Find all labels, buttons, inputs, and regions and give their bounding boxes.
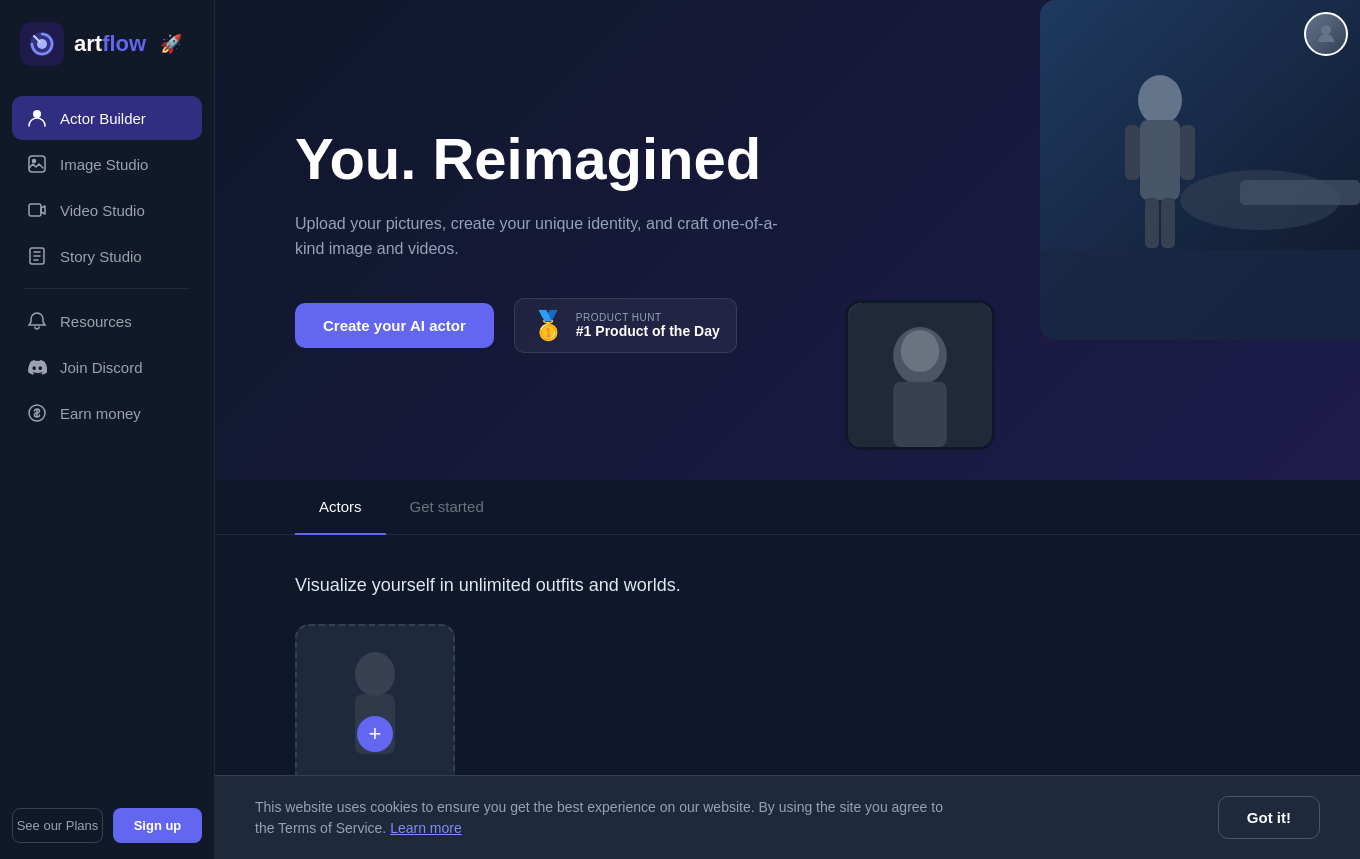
image-icon <box>26 153 48 175</box>
sidebar-item-actor-builder-label: Actor Builder <box>60 110 146 127</box>
person-icon <box>26 107 48 129</box>
hero-section: You. Reimagined Upload your pictures, cr… <box>215 0 1360 480</box>
video-icon <box>26 199 48 221</box>
medal-icon: 🥇 <box>531 309 566 342</box>
section-title: Visualize yourself in unlimited outfits … <box>295 575 1280 596</box>
logo-icon <box>20 22 64 66</box>
hero-main-image <box>1040 0 1360 340</box>
rocket-icon: 🚀 <box>160 33 182 55</box>
svg-rect-5 <box>29 204 41 216</box>
cookie-learn-more-link[interactable]: Learn more <box>390 820 462 836</box>
svg-rect-13 <box>1140 120 1180 200</box>
svg-point-23 <box>355 652 395 696</box>
dollar-icon <box>26 402 48 424</box>
sidebar-item-resources-label: Resources <box>60 313 132 330</box>
svg-point-12 <box>1138 75 1182 125</box>
svg-point-22 <box>901 330 939 372</box>
tab-get-started[interactable]: Get started <box>386 480 508 535</box>
logo-area: artflow 🚀 <box>0 0 214 88</box>
nav-section: Actor Builder Image Studio Video Studio <box>0 88 214 792</box>
sidebar-item-video-studio[interactable]: Video Studio <box>12 188 202 232</box>
sidebar-item-join-discord-label: Join Discord <box>60 359 143 376</box>
sidebar: artflow 🚀 Actor Builder Image Studio <box>0 0 215 859</box>
svg-point-4 <box>33 160 36 163</box>
hero-images <box>845 0 1360 480</box>
sidebar-item-image-studio-label: Image Studio <box>60 156 148 173</box>
tabs-section: Actors Get started <box>215 480 1360 535</box>
sidebar-item-resources[interactable]: Resources <box>12 299 202 343</box>
svg-rect-9 <box>1040 250 1360 340</box>
sidebar-item-earn-money-label: Earn money <box>60 405 141 422</box>
sidebar-item-story-studio-label: Story Studio <box>60 248 142 265</box>
got-it-button[interactable]: Got it! <box>1218 796 1320 839</box>
hero-actions: Create your AI actor 🥇 PRODUCT HUNT #1 P… <box>295 298 795 353</box>
tabs: Actors Get started <box>295 480 1280 534</box>
sidebar-item-image-studio[interactable]: Image Studio <box>12 142 202 186</box>
svg-rect-3 <box>29 156 45 172</box>
sidebar-item-story-studio[interactable]: Story Studio <box>12 234 202 278</box>
see-plans-button[interactable]: See our Plans <box>12 808 103 843</box>
cookie-message: This website uses cookies to ensure you … <box>255 797 955 839</box>
hero-title: You. Reimagined <box>295 127 795 191</box>
sidebar-item-earn-money[interactable]: Earn money <box>12 391 202 435</box>
sidebar-item-actor-builder[interactable]: Actor Builder <box>12 96 202 140</box>
sidebar-item-join-discord[interactable]: Join Discord <box>12 345 202 389</box>
book-icon <box>26 245 48 267</box>
product-hunt-label: PRODUCT HUNT <box>576 312 720 323</box>
tab-actors[interactable]: Actors <box>295 480 386 535</box>
product-hunt-badge: 🥇 PRODUCT HUNT #1 Product of the Day <box>514 298 737 353</box>
discord-icon <box>26 356 48 378</box>
cookie-banner: This website uses cookies to ensure you … <box>215 775 1360 859</box>
svg-point-18 <box>1321 25 1331 35</box>
hero-content: You. Reimagined Upload your pictures, cr… <box>295 127 795 353</box>
main-content: You. Reimagined Upload your pictures, cr… <box>215 0 1360 859</box>
svg-rect-21 <box>893 382 947 447</box>
hero-subtitle: Upload your pictures, create your unique… <box>295 211 795 262</box>
nav-divider <box>24 288 190 289</box>
add-actor-icon: + <box>357 716 393 752</box>
svg-rect-17 <box>1161 198 1175 248</box>
create-actor-button[interactable]: Create your AI actor <box>295 303 494 348</box>
bell-icon <box>26 310 48 332</box>
svg-rect-14 <box>1125 125 1140 180</box>
signup-button[interactable]: Sign up <box>113 808 202 843</box>
svg-rect-11 <box>1240 180 1360 205</box>
product-hunt-text: PRODUCT HUNT #1 Product of the Day <box>576 312 720 339</box>
svg-rect-16 <box>1145 198 1159 248</box>
sidebar-item-video-studio-label: Video Studio <box>60 202 145 219</box>
sidebar-bottom: See our Plans Sign up <box>0 792 214 859</box>
svg-rect-15 <box>1180 125 1195 180</box>
product-hunt-award: #1 Product of the Day <box>576 323 720 339</box>
hero-secondary-image <box>845 300 995 450</box>
svg-point-2 <box>33 110 41 118</box>
logo-text: artflow <box>74 31 146 57</box>
hero-avatar-small <box>1304 12 1348 56</box>
